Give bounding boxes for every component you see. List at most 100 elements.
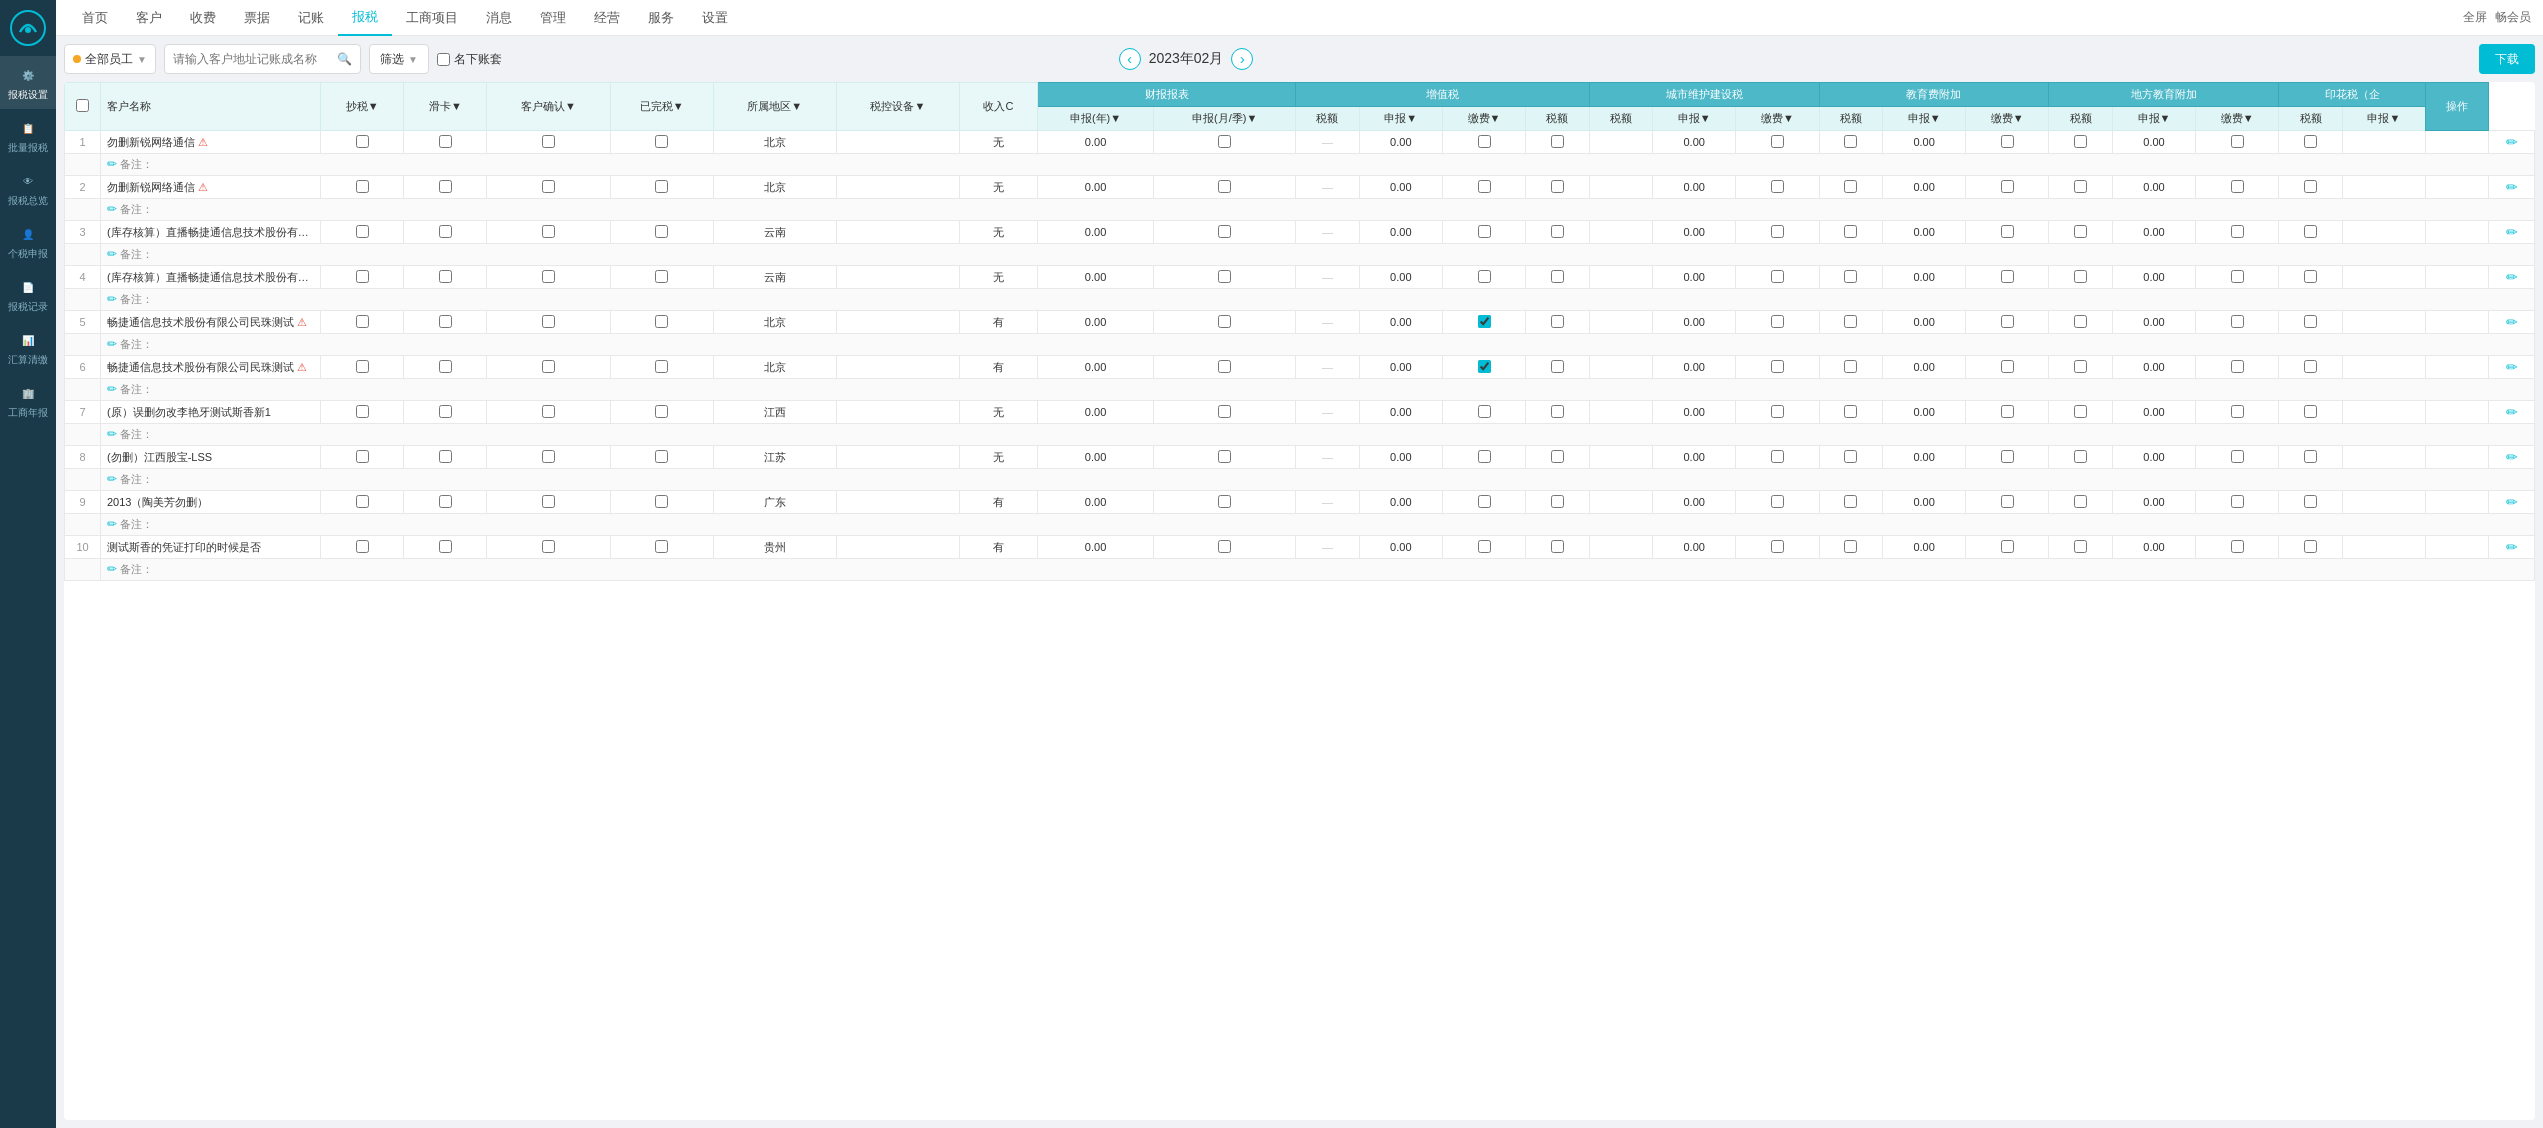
city-declare-checkbox[interactable] bbox=[1771, 270, 1784, 283]
local-pay-checkbox[interactable] bbox=[2304, 135, 2317, 148]
city-pay-checkbox[interactable] bbox=[1844, 540, 1857, 553]
edu-pay-checkbox[interactable] bbox=[2074, 270, 2087, 283]
confirm-checkbox[interactable] bbox=[542, 495, 555, 508]
confirm-checkbox[interactable] bbox=[542, 270, 555, 283]
local-declare-checkbox[interactable] bbox=[2231, 135, 2244, 148]
chaoshui-checkbox[interactable] bbox=[356, 540, 369, 553]
edit-note-icon[interactable]: ✏ bbox=[107, 292, 117, 306]
city-declare-checkbox[interactable] bbox=[1771, 495, 1784, 508]
vat-declare-checkbox[interactable] bbox=[1478, 270, 1491, 283]
employee-select[interactable]: 全部员工 ▼ bbox=[64, 44, 156, 74]
city-declare-checkbox[interactable] bbox=[1771, 450, 1784, 463]
edu-declare-checkbox[interactable] bbox=[2001, 270, 2014, 283]
fin-year-checkbox[interactable] bbox=[1218, 180, 1231, 193]
paid-checkbox[interactable] bbox=[655, 270, 668, 283]
edu-declare-checkbox[interactable] bbox=[2001, 360, 2014, 373]
fin-year-checkbox[interactable] bbox=[1218, 225, 1231, 238]
local-pay-checkbox[interactable] bbox=[2304, 495, 2317, 508]
vat-declare-checkbox[interactable] bbox=[1478, 405, 1491, 418]
paid-checkbox[interactable] bbox=[655, 225, 668, 238]
city-pay-checkbox[interactable] bbox=[1844, 450, 1857, 463]
local-declare-checkbox[interactable] bbox=[2231, 180, 2244, 193]
city-declare-checkbox[interactable] bbox=[1771, 180, 1784, 193]
nav-settings[interactable]: 设置 bbox=[688, 0, 742, 36]
city-declare-checkbox[interactable] bbox=[1771, 225, 1784, 238]
huaka-checkbox[interactable] bbox=[439, 540, 452, 553]
chaoshui-checkbox[interactable] bbox=[356, 135, 369, 148]
city-pay-checkbox[interactable] bbox=[1844, 495, 1857, 508]
edit-icon[interactable]: ✏ bbox=[2506, 449, 2518, 465]
confirm-checkbox[interactable] bbox=[542, 135, 555, 148]
sidebar-item-personal-tax[interactable]: 👤 个税申报 bbox=[0, 215, 56, 268]
local-pay-checkbox[interactable] bbox=[2304, 180, 2317, 193]
city-declare-checkbox[interactable] bbox=[1771, 540, 1784, 553]
nav-home[interactable]: 首页 bbox=[68, 0, 122, 36]
paid-checkbox[interactable] bbox=[655, 315, 668, 328]
chaoshui-checkbox[interactable] bbox=[356, 360, 369, 373]
nav-manage[interactable]: 管理 bbox=[526, 0, 580, 36]
next-month-btn[interactable]: › bbox=[1231, 48, 1253, 70]
city-declare-checkbox[interactable] bbox=[1771, 315, 1784, 328]
paid-checkbox[interactable] bbox=[655, 405, 668, 418]
sidebar-item-summary[interactable]: 📊 汇算清缴 bbox=[0, 321, 56, 374]
edu-declare-checkbox[interactable] bbox=[2001, 135, 2014, 148]
huaka-checkbox[interactable] bbox=[439, 405, 452, 418]
city-declare-checkbox[interactable] bbox=[1771, 405, 1784, 418]
paid-checkbox[interactable] bbox=[655, 360, 668, 373]
edu-pay-checkbox[interactable] bbox=[2074, 405, 2087, 418]
huaka-checkbox[interactable] bbox=[439, 360, 452, 373]
edu-pay-checkbox[interactable] bbox=[2074, 495, 2087, 508]
city-pay-checkbox[interactable] bbox=[1844, 180, 1857, 193]
nav-collection[interactable]: 收费 bbox=[176, 0, 230, 36]
city-pay-checkbox[interactable] bbox=[1844, 360, 1857, 373]
edu-pay-checkbox[interactable] bbox=[2074, 540, 2087, 553]
fin-year-checkbox[interactable] bbox=[1218, 450, 1231, 463]
vat-pay-checkbox[interactable] bbox=[1551, 225, 1564, 238]
paid-checkbox[interactable] bbox=[655, 135, 668, 148]
vat-pay-checkbox[interactable] bbox=[1551, 405, 1564, 418]
edit-note-icon[interactable]: ✏ bbox=[107, 247, 117, 261]
nav-message[interactable]: 消息 bbox=[472, 0, 526, 36]
confirm-checkbox[interactable] bbox=[542, 360, 555, 373]
confirm-checkbox[interactable] bbox=[542, 315, 555, 328]
filter-button[interactable]: 筛选 ▼ bbox=[369, 44, 429, 74]
edit-icon[interactable]: ✏ bbox=[2506, 269, 2518, 285]
paid-checkbox[interactable] bbox=[655, 180, 668, 193]
membership-btn[interactable]: 畅会员 bbox=[2495, 9, 2531, 26]
chaoshui-checkbox[interactable] bbox=[356, 270, 369, 283]
fin-year-checkbox[interactable] bbox=[1218, 135, 1231, 148]
huaka-checkbox[interactable] bbox=[439, 315, 452, 328]
city-pay-checkbox[interactable] bbox=[1844, 270, 1857, 283]
city-pay-checkbox[interactable] bbox=[1844, 315, 1857, 328]
edit-note-icon[interactable]: ✏ bbox=[107, 202, 117, 216]
confirm-checkbox[interactable] bbox=[542, 180, 555, 193]
sidebar-item-tax-view[interactable]: 👁 报税总览 bbox=[0, 162, 56, 215]
named-accounts-checkbox[interactable] bbox=[437, 53, 450, 66]
chaoshui-checkbox[interactable] bbox=[356, 405, 369, 418]
local-pay-checkbox[interactable] bbox=[2304, 540, 2317, 553]
nav-records[interactable]: 记账 bbox=[284, 0, 338, 36]
confirm-checkbox[interactable] bbox=[542, 405, 555, 418]
vat-pay-checkbox[interactable] bbox=[1551, 495, 1564, 508]
select-all-checkbox[interactable] bbox=[76, 99, 89, 112]
download-button[interactable]: 下载 bbox=[2479, 44, 2535, 74]
local-declare-checkbox[interactable] bbox=[2231, 315, 2244, 328]
local-declare-checkbox[interactable] bbox=[2231, 270, 2244, 283]
edit-note-icon[interactable]: ✏ bbox=[107, 562, 117, 576]
fin-year-checkbox[interactable] bbox=[1218, 270, 1231, 283]
local-pay-checkbox[interactable] bbox=[2304, 450, 2317, 463]
tax-table-container[interactable]: 客户名称 抄税▼ 滑卡▼ 客户确认▼ 已完税▼ 所属地区▼ 税控设备▼ 收入C … bbox=[64, 82, 2535, 1120]
fin-year-checkbox[interactable] bbox=[1218, 405, 1231, 418]
local-declare-checkbox[interactable] bbox=[2231, 495, 2244, 508]
sidebar-item-batch-tax[interactable]: 📋 批量报税 bbox=[0, 109, 56, 162]
edit-icon[interactable]: ✏ bbox=[2506, 494, 2518, 510]
vat-pay-checkbox[interactable] bbox=[1551, 540, 1564, 553]
vat-declare-checkbox[interactable] bbox=[1478, 225, 1491, 238]
edu-declare-checkbox[interactable] bbox=[2001, 180, 2014, 193]
edu-pay-checkbox[interactable] bbox=[2074, 360, 2087, 373]
huaka-checkbox[interactable] bbox=[439, 225, 452, 238]
edit-icon[interactable]: ✏ bbox=[2506, 359, 2518, 375]
nav-client[interactable]: 客户 bbox=[122, 0, 176, 36]
edit-icon[interactable]: ✏ bbox=[2506, 539, 2518, 555]
paid-checkbox[interactable] bbox=[655, 540, 668, 553]
